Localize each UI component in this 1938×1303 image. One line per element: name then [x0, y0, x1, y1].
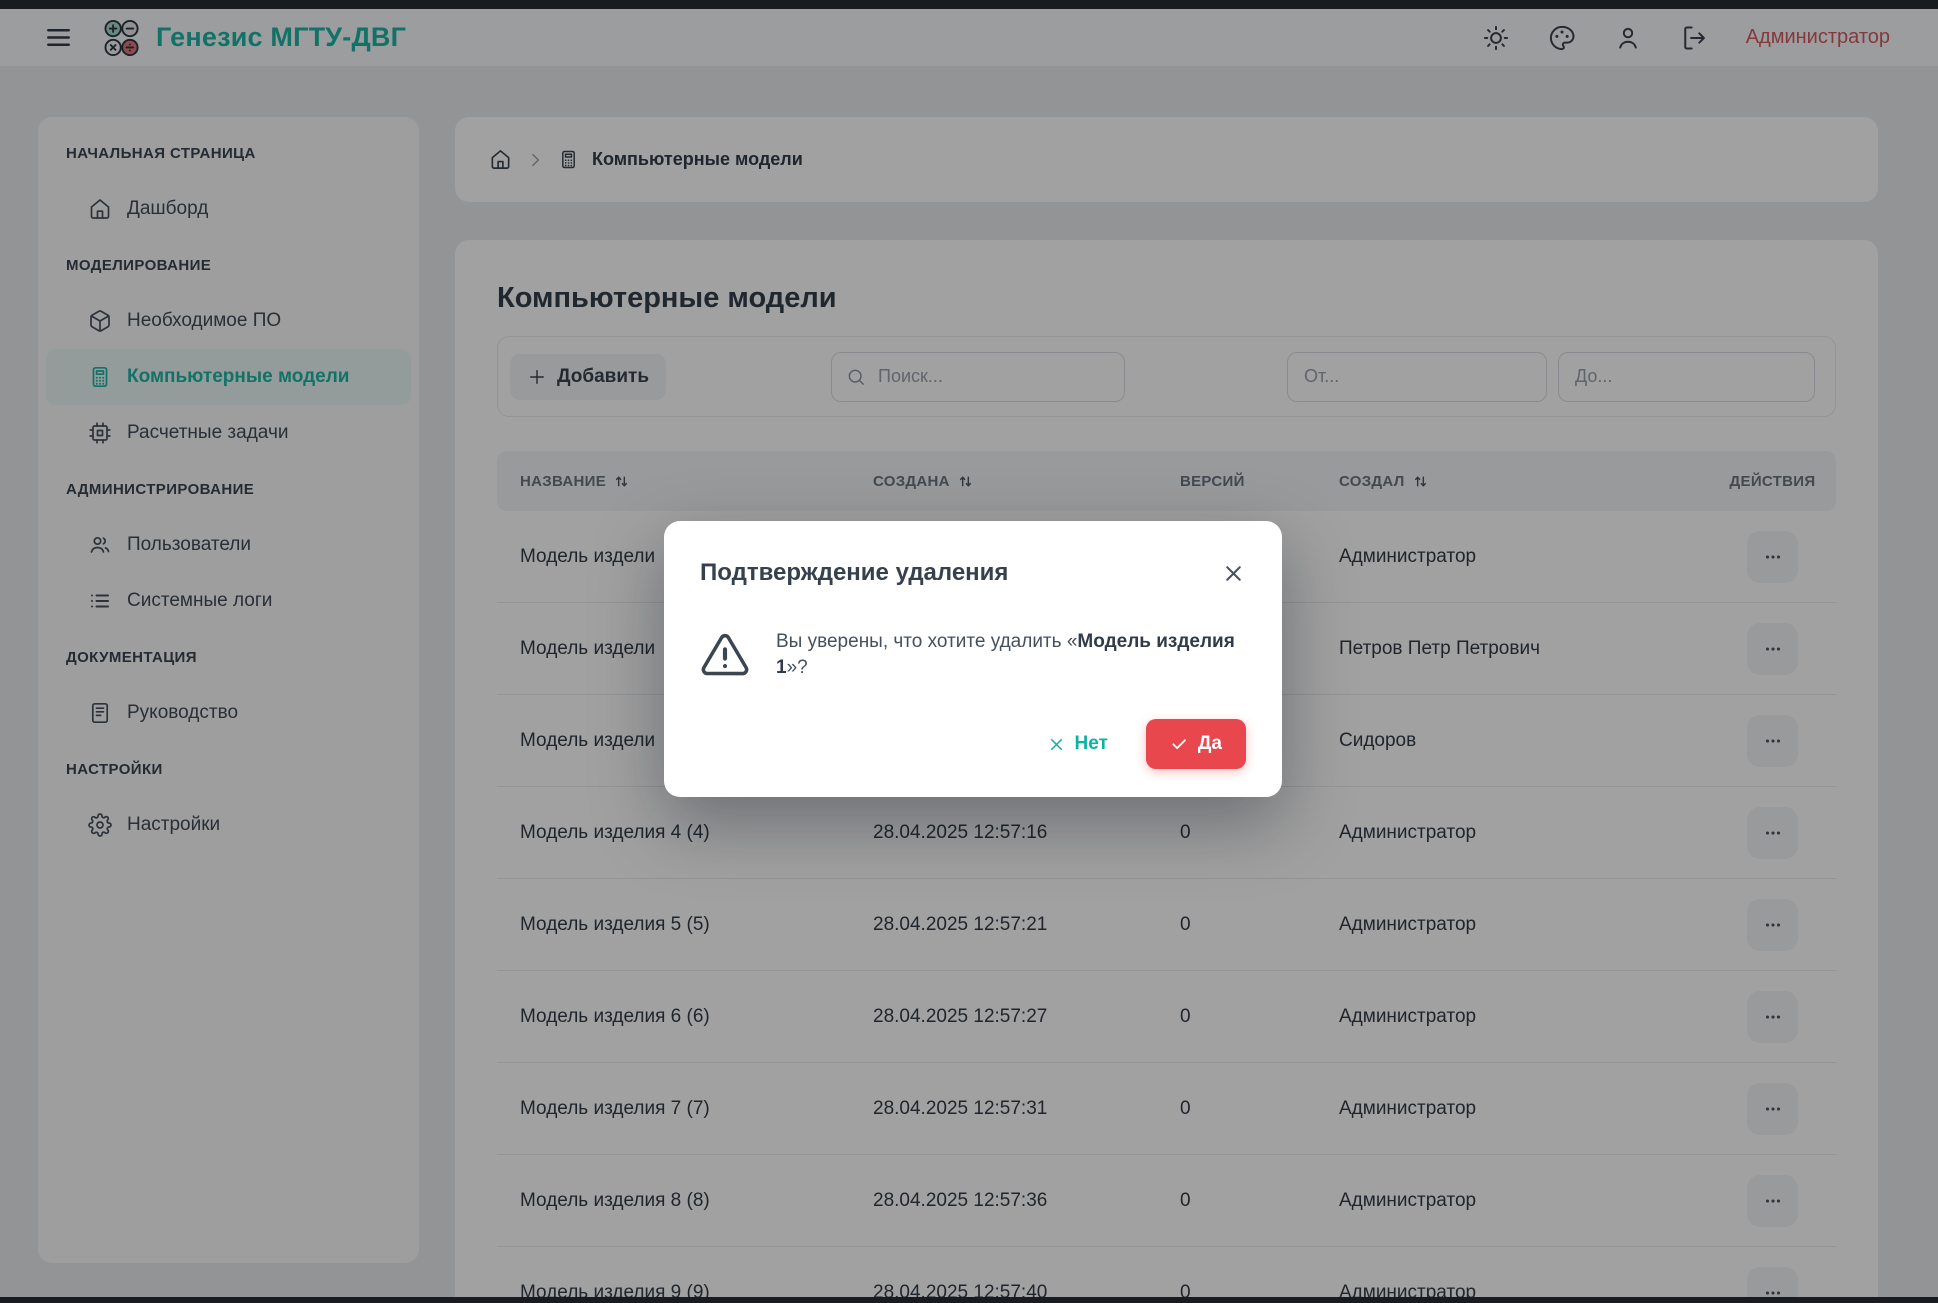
cancel-button-label: Нет: [1074, 733, 1108, 754]
confirm-button[interactable]: Да: [1145, 719, 1246, 769]
confirm-button-label: Да: [1197, 733, 1222, 754]
cancel-button[interactable]: Нет: [1041, 732, 1114, 756]
check-icon: [1170, 735, 1188, 753]
modal-title: Подтверждение удаления: [700, 559, 1009, 586]
close-icon[interactable]: [1221, 561, 1246, 586]
modal-body: Вы уверены, что хотите удалить «Модель и…: [700, 629, 1246, 681]
delete-confirmation-modal: Подтверждение удаления Вы уверены, что х…: [664, 521, 1282, 797]
modal-message-prefix: Вы уверены, что хотите удалить «: [776, 631, 1078, 652]
warning-triangle-icon: [700, 630, 750, 680]
modal-header: Подтверждение удаления: [700, 559, 1246, 587]
modal-message: Вы уверены, что хотите удалить «Модель и…: [776, 629, 1246, 681]
x-icon: [1047, 735, 1066, 754]
app-window: Генезис МГТУ-ДВГ Администратор НАЧАЛЬНАЯ…: [0, 0, 1938, 1303]
modal-actions: Нет Да: [700, 719, 1246, 769]
modal-message-suffix: »?: [786, 657, 808, 678]
